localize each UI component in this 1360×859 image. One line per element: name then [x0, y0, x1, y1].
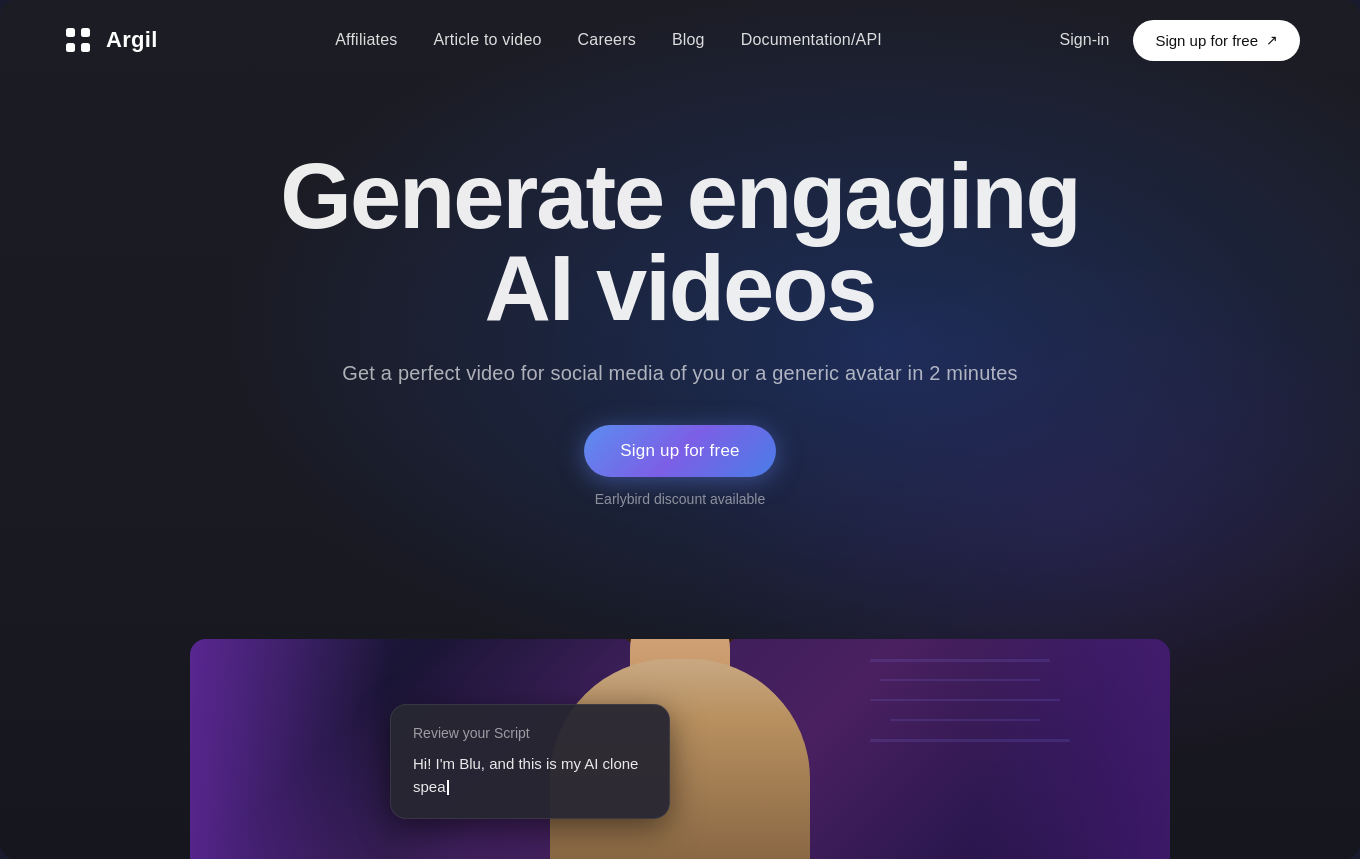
nav-links: Affiliates Article to video Careers Blog… — [335, 31, 882, 49]
svg-rect-1 — [81, 28, 90, 37]
text-cursor — [447, 780, 449, 795]
script-review-card: Review your Script Hi! I'm Blu, and this… — [390, 704, 670, 819]
bg-decoration — [870, 639, 1070, 859]
nav-item-docs[interactable]: Documentation/API — [741, 31, 882, 49]
svg-rect-6 — [870, 699, 1060, 701]
script-card-text: Hi! I'm Blu, and this is my AI clone spe… — [413, 753, 647, 798]
hero-subtitle: Get a perfect video for social media of … — [342, 362, 1018, 385]
hero-title: Generate engaging AI videos — [280, 150, 1079, 334]
nav-link-affiliates[interactable]: Affiliates — [335, 31, 397, 48]
nav-link-docs[interactable]: Documentation/API — [741, 31, 882, 48]
signup-button-nav[interactable]: Sign up for free ↗ — [1133, 20, 1300, 61]
svg-rect-2 — [66, 43, 75, 52]
preview-area: Review your Script Hi! I'm Blu, and this… — [190, 639, 1170, 859]
nav-right: Sign-in Sign up for free ↗ — [1060, 20, 1300, 61]
signup-button-nav-label: Sign up for free — [1155, 32, 1258, 49]
light-effect-left — [190, 639, 390, 859]
preview-image — [190, 639, 1170, 859]
hero-title-line2: AI videos — [484, 237, 875, 339]
earlybird-text: Earlybird discount available — [595, 491, 765, 507]
hero-cta: Sign up for free Earlybird discount avai… — [584, 425, 775, 507]
signup-button-hero[interactable]: Sign up for free — [584, 425, 775, 477]
signup-arrow-icon: ↗ — [1266, 32, 1278, 48]
svg-rect-5 — [880, 679, 1040, 681]
nav-item-article-to-video[interactable]: Article to video — [433, 31, 541, 49]
nav-link-article-to-video[interactable]: Article to video — [433, 31, 541, 48]
svg-rect-4 — [870, 659, 1050, 662]
svg-rect-3 — [81, 43, 90, 52]
logo-text: Argil — [106, 27, 158, 53]
sign-in-link[interactable]: Sign-in — [1060, 31, 1110, 49]
script-card-title: Review your Script — [413, 725, 647, 741]
nav-item-affiliates[interactable]: Affiliates — [335, 31, 397, 49]
logo[interactable]: Argil — [60, 22, 158, 58]
nav-item-blog[interactable]: Blog — [672, 31, 705, 49]
svg-rect-7 — [890, 719, 1040, 721]
nav-link-blog[interactable]: Blog — [672, 31, 705, 48]
nav-item-careers[interactable]: Careers — [578, 31, 636, 49]
hero-section: Generate engaging AI videos Get a perfec… — [0, 80, 1360, 507]
navbar: Argil Affiliates Article to video Career… — [0, 0, 1360, 80]
svg-rect-8 — [870, 739, 1070, 742]
nav-link-careers[interactable]: Careers — [578, 31, 636, 48]
logo-icon — [60, 22, 96, 58]
page-wrapper: Argil Affiliates Article to video Career… — [0, 0, 1360, 859]
hero-title-line1: Generate engaging — [280, 145, 1079, 247]
svg-rect-0 — [66, 28, 75, 37]
